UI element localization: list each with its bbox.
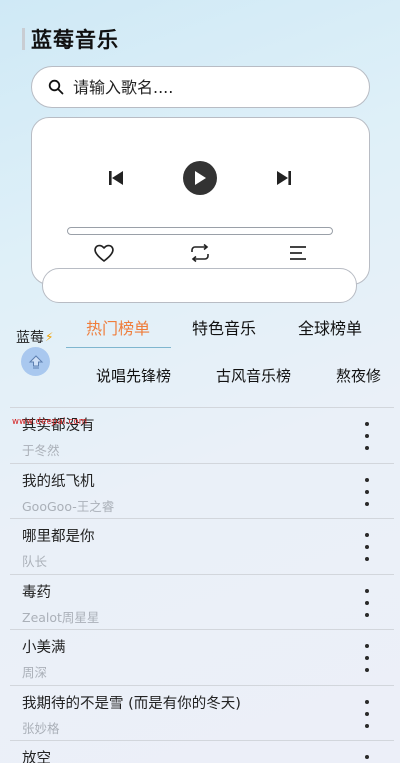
song-list: 其实都没有 于冬然 我的纸飞机 GooGoo-王之睿 哪里都是你 队长 毒药 Z… (10, 407, 394, 763)
song-row[interactable]: 小美满 周深 (10, 629, 394, 685)
search-icon (48, 79, 64, 95)
app-title: 蓝莓音乐 (31, 28, 119, 52)
like-button[interactable] (92, 241, 116, 265)
song-artist: 队长 (22, 554, 48, 569)
subtab-late-night[interactable]: 熬夜修 (336, 365, 381, 386)
song-row[interactable]: 其实都没有 于冬然 (10, 407, 394, 463)
song-title: 毒药 (22, 584, 51, 601)
more-options-icon[interactable] (359, 533, 375, 561)
play-icon (195, 171, 206, 185)
more-options-icon[interactable] (359, 644, 375, 672)
more-options-icon[interactable] (359, 699, 375, 728)
mini-player-bar[interactable] (42, 268, 357, 303)
song-row[interactable]: 我期待的不是雪 (而是有你的冬天) 张妙格 (10, 684, 394, 741)
player-card (31, 117, 370, 285)
song-title: 我的纸飞机 (22, 473, 95, 490)
bolt-icon: ⚡ (45, 330, 54, 344)
song-artist: 张妙格 (22, 720, 60, 736)
song-title: 小美满 (22, 640, 66, 656)
song-artist: 周深 (22, 665, 48, 680)
subtab-ancient-style[interactable]: 古风音乐榜 (216, 365, 291, 386)
heart-icon (94, 244, 114, 262)
song-artist: 于冬然 (22, 443, 60, 458)
more-options-icon[interactable] (359, 477, 375, 506)
skip-previous-icon (109, 171, 123, 185)
upload-button[interactable] (21, 347, 50, 376)
subtab-rap-pioneer[interactable]: 说唱先锋榜 (96, 365, 171, 386)
repeat-button[interactable] (188, 241, 212, 265)
side-brand-label: 蓝莓 (16, 330, 44, 346)
tab-featured-music[interactable]: 特色音乐 (192, 315, 256, 339)
playlist-icon (290, 246, 306, 260)
search-input[interactable] (73, 77, 333, 97)
repeat-icon (191, 243, 209, 263)
song-title: 我期待的不是雪 (而是有你的冬天) (22, 695, 241, 712)
tab-global-charts[interactable]: 全球榜单 (298, 315, 362, 339)
song-artist: GooGoo-王之睿 (22, 498, 115, 514)
side-brand: 蓝莓 ⚡ (16, 327, 53, 347)
song-row[interactable]: 毒药 Zealot周星星 (10, 573, 394, 630)
more-options-icon[interactable] (359, 422, 375, 450)
title-accent-bar (22, 28, 25, 50)
next-button[interactable] (270, 164, 298, 192)
song-title: 放空 (22, 751, 51, 763)
song-row[interactable]: 哪里都是你 队长 (10, 518, 394, 574)
play-button[interactable] (183, 161, 217, 195)
song-title: 哪里都是你 (22, 529, 95, 545)
song-row[interactable]: 我的纸飞机 GooGoo-王之睿 (10, 462, 394, 519)
more-options-icon[interactable] (359, 755, 375, 763)
header: 蓝莓音乐 (22, 24, 119, 54)
song-row[interactable]: 放空 (10, 740, 394, 763)
playlist-button[interactable] (286, 241, 310, 265)
up-arrow-icon (28, 354, 43, 368)
progress-bar[interactable] (67, 227, 333, 235)
previous-button[interactable] (102, 164, 130, 192)
more-options-icon[interactable] (359, 588, 375, 617)
tab-hot-charts[interactable]: 热门榜单 (86, 315, 150, 339)
song-artist: Zealot周星星 (22, 609, 100, 625)
search-bar[interactable] (31, 66, 370, 108)
watermark-text: www.deepai.com (12, 417, 88, 427)
skip-next-icon (277, 171, 291, 185)
active-tab-indicator (66, 347, 171, 348)
